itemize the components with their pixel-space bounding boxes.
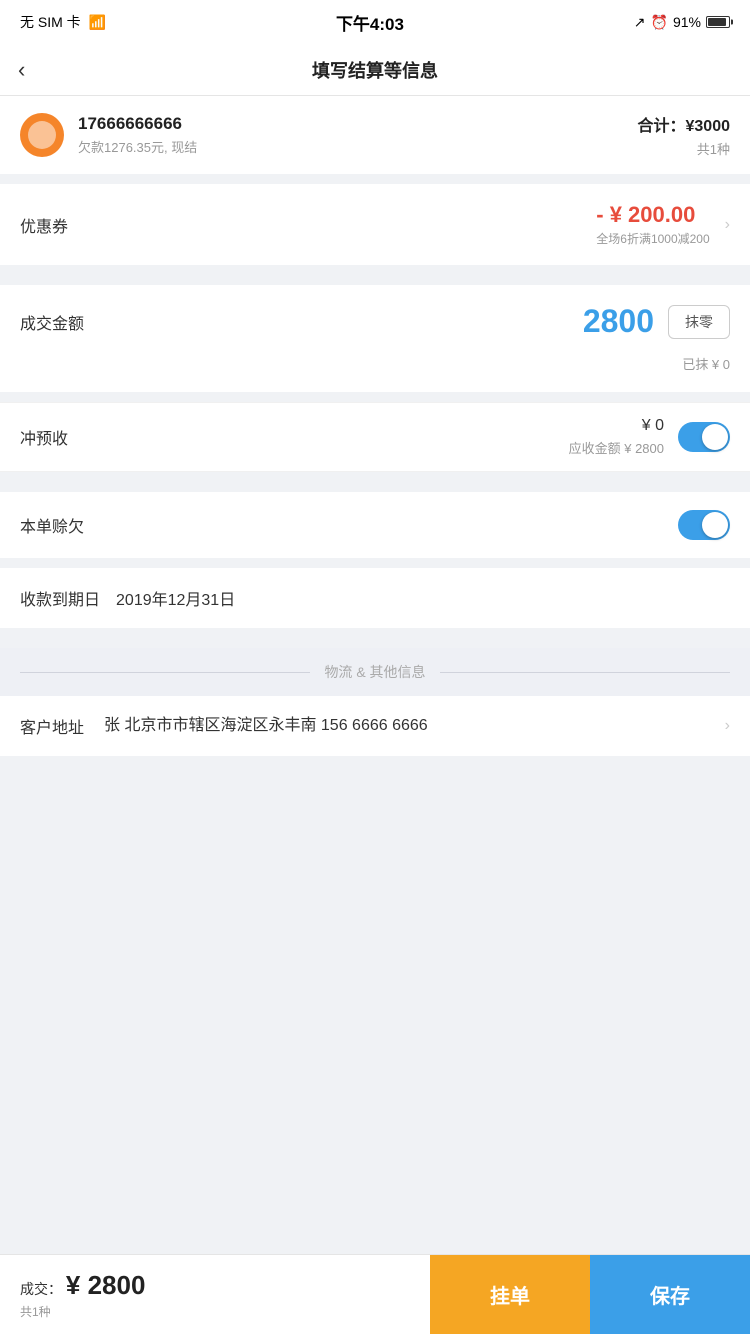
deal-right: 2800 抹零 xyxy=(583,303,730,340)
address-value: 张 北京市市辖区海淀区永丰南 156 6666 6666 xyxy=(104,714,720,738)
status-left: 无 SIM 卡 📶 xyxy=(20,12,106,32)
alarm-icon: ⏰ xyxy=(651,14,668,31)
page-title: 填写结算等信息 xyxy=(312,57,438,83)
prepay-row: 冲预收 ¥ 0 应收金额 ¥ 2800 xyxy=(0,403,750,471)
deal-sub-row: 已抹 ¥ 0 xyxy=(20,354,730,374)
footer-deal-label: 成交： xyxy=(20,1281,62,1297)
address-chevron: › xyxy=(725,717,730,735)
coupon-sub: 全场6折满1000减200 xyxy=(596,230,709,247)
deal-sub: 已抹 ¥ 0 xyxy=(682,357,730,372)
total-amount: 合计：¥3000 xyxy=(637,112,730,136)
prepay-values: ¥ 0 应收金额 ¥ 2800 xyxy=(569,417,664,457)
prepay-toggle[interactable] xyxy=(678,422,730,452)
bottom-spacer xyxy=(0,766,750,866)
main-content: 17666666666 欠款1276.35元, 现结 合计：¥3000 共1种 … xyxy=(0,96,750,866)
battery-label: 91% xyxy=(673,14,701,30)
address-row[interactable]: 客户地址 张 北京市市辖区海淀区永丰南 156 6666 6666 › xyxy=(0,696,750,756)
status-time: 下午4:03 xyxy=(336,10,404,35)
footer-deal-amount: ¥ 2800 xyxy=(66,1270,146,1300)
footer-left: 成交： ¥ 2800 共1种 xyxy=(0,1270,430,1320)
avatar xyxy=(20,113,64,157)
due-date-row: 收款到期日 2019年12月31日 xyxy=(0,568,750,628)
user-info: 17666666666 欠款1276.35元, 现结 xyxy=(78,114,637,156)
logistics-label: 物流 & 其他信息 xyxy=(324,662,425,682)
coupon-row[interactable]: 优惠券 - ¥ 200.00 全场6折满1000减200 › xyxy=(0,184,750,265)
save-button[interactable]: 保存 xyxy=(590,1255,750,1334)
user-phone: 17666666666 xyxy=(78,114,637,134)
divider-2 xyxy=(0,482,750,492)
user-row: 17666666666 欠款1276.35元, 现结 合计：¥3000 共1种 xyxy=(0,96,750,174)
location-icon: ↗ xyxy=(634,14,646,31)
due-date-label: 收款到期日 xyxy=(20,586,100,610)
prepay-amount: ¥ 0 xyxy=(642,417,664,435)
coupon-label: 优惠券 xyxy=(20,213,68,237)
debt-toggle-knob xyxy=(702,512,728,538)
debt-row: 本单赊欠 xyxy=(0,492,750,558)
user-sub: 欠款1276.35元, 现结 xyxy=(78,137,637,156)
prepay-right-group: ¥ 0 应收金额 ¥ 2800 xyxy=(569,417,730,457)
back-button[interactable]: ‹ xyxy=(18,57,25,83)
coupon-amount: - ¥ 200.00 xyxy=(596,202,709,228)
coupon-chevron: › xyxy=(725,216,730,234)
total-sub: 共1种 xyxy=(637,139,730,158)
deal-label: 成交金额 xyxy=(20,310,84,334)
sim-label: 无 SIM 卡 xyxy=(20,12,81,32)
due-date-value: 2019年12月31日 xyxy=(116,586,235,610)
total-label: 合计： xyxy=(637,118,685,135)
deal-amount: 2800 xyxy=(583,303,654,340)
prepay-sub: 应收金额 ¥ 2800 xyxy=(569,438,664,457)
deal-section: 成交金额 2800 抹零 已抹 ¥ 0 xyxy=(0,285,750,392)
hang-button[interactable]: 挂单 xyxy=(430,1255,590,1334)
coupon-right: - ¥ 200.00 全场6折满1000减200 › xyxy=(596,202,730,247)
divider-3 xyxy=(0,638,750,648)
logistics-divider: 物流 & 其他信息 xyxy=(0,648,750,696)
footer-deal-row: 成交： ¥ 2800 xyxy=(20,1270,410,1301)
divider-1 xyxy=(0,275,750,285)
status-bar: 无 SIM 卡 📶 下午4:03 ↗ ⏰ 91% xyxy=(0,0,750,44)
prepay-label: 冲预收 xyxy=(20,425,68,449)
prepay-section: 冲预收 ¥ 0 应收金额 ¥ 2800 xyxy=(0,402,750,472)
wifi-icon: 📶 xyxy=(89,14,106,31)
deal-row: 成交金额 2800 抹零 xyxy=(20,303,730,340)
footer-bar: 成交： ¥ 2800 共1种 挂单 保存 xyxy=(0,1254,750,1334)
toggle-knob xyxy=(702,424,728,450)
debt-toggle[interactable] xyxy=(678,510,730,540)
total-value: ¥3000 xyxy=(686,118,731,135)
footer-sub: 共1种 xyxy=(20,1303,410,1320)
battery-icon xyxy=(706,16,730,28)
user-total: 合计：¥3000 共1种 xyxy=(637,112,730,158)
nav-bar: ‹ 填写结算等信息 xyxy=(0,44,750,96)
status-right: ↗ ⏰ 91% xyxy=(634,14,730,31)
address-label: 客户地址 xyxy=(20,714,84,738)
round-button[interactable]: 抹零 xyxy=(668,305,730,339)
debt-label: 本单赊欠 xyxy=(20,513,84,537)
